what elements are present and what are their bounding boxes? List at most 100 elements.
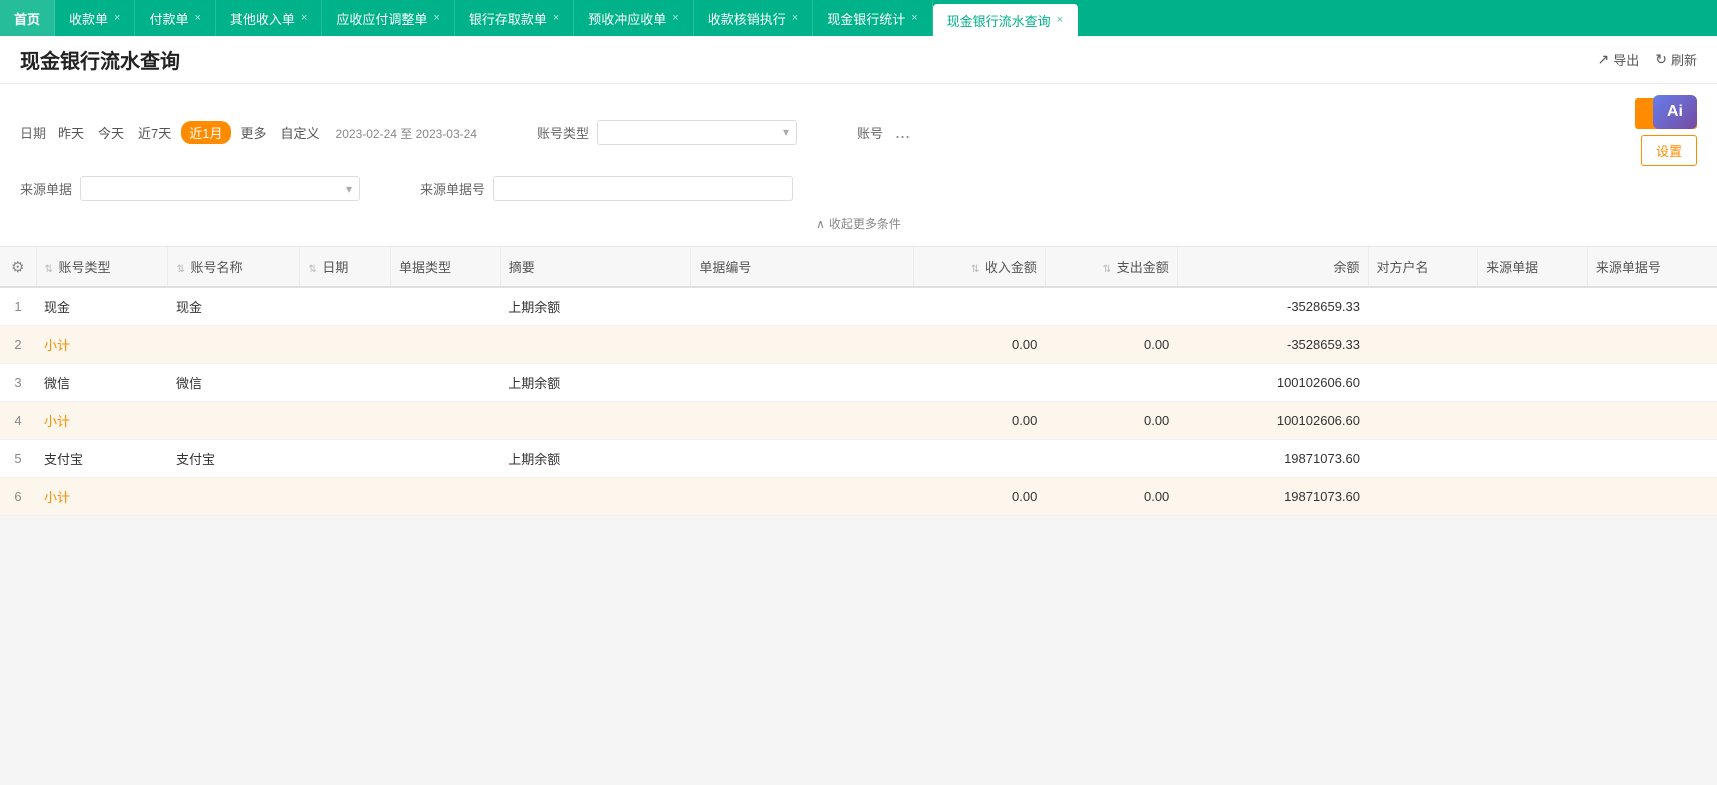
td-index: 2: [0, 326, 36, 364]
nav-advance-offset-close[interactable]: ×: [672, 12, 678, 24]
th-expense[interactable]: ⇅ 支出金额: [1045, 247, 1177, 287]
td-balance: -3528659.33: [1177, 287, 1368, 326]
date-today[interactable]: 今天: [94, 121, 128, 144]
source-doc-filter-group: 来源单据: [20, 176, 360, 201]
td-account-type: 现金: [36, 287, 168, 326]
col-date-label: 日期: [322, 260, 348, 275]
nav-other-income-label: 其他收入单: [230, 9, 295, 28]
td-source-doc-no: [1587, 364, 1717, 402]
source-doc-select[interactable]: [80, 176, 360, 201]
nav-cash-bank-flow-close[interactable]: ×: [1057, 14, 1063, 26]
nav-collect-execute[interactable]: 收款核销执行 ×: [694, 0, 813, 36]
nav-cash-bank-stat-label: 现金银行统计: [827, 9, 905, 28]
th-source-doc: 来源单据: [1478, 247, 1588, 287]
nav-bank-deposit-close[interactable]: ×: [553, 12, 559, 24]
page-header: 现金银行流水查询 ↗ 导出 ↻ 刷新: [0, 36, 1717, 84]
nav-cash-bank-flow[interactable]: 现金银行流水查询 ×: [933, 4, 1078, 36]
main-table: ⚙ ⇅ 账号类型 ⇅ 账号名称 ⇅ 日期 单据类型 摘要: [0, 247, 1717, 516]
td-account-name: [168, 402, 300, 440]
refresh-button[interactable]: ↻ 刷新: [1655, 50, 1697, 69]
source-doc-no-input[interactable]: [493, 176, 793, 201]
td-doc-type: [391, 326, 501, 364]
td-doc-type: [391, 402, 501, 440]
nav-cash-bank-flow-label: 现金银行流水查询: [947, 11, 1051, 30]
ai-badge[interactable]: Ai: [1653, 95, 1697, 129]
td-balance: 19871073.60: [1177, 440, 1368, 478]
td-source-doc: [1478, 287, 1588, 326]
account-type-label: 账号类型: [537, 123, 589, 142]
td-account-name: 微信: [168, 364, 300, 402]
nav-payment[interactable]: 付款单 ×: [135, 0, 215, 36]
td-source-doc-no: [1587, 326, 1717, 364]
nav-payment-close[interactable]: ×: [194, 12, 200, 24]
td-doc-no: [691, 326, 913, 364]
table-row: 3微信微信上期余额100102606.60: [0, 364, 1717, 402]
date-more[interactable]: 更多: [237, 121, 271, 144]
table-row: 6小计0.000.0019871073.60: [0, 478, 1717, 516]
td-source-doc: [1478, 326, 1588, 364]
th-date[interactable]: ⇅ 日期: [300, 247, 391, 287]
nav-cash-bank-stat-close[interactable]: ×: [911, 12, 917, 24]
nav-other-income[interactable]: 其他收入单 ×: [216, 0, 322, 36]
nav-home[interactable]: 首页: [0, 0, 55, 36]
account-type-select-wrapper: [597, 120, 797, 145]
date-range-display: 2023-02-24 至 2023-03-24: [336, 125, 477, 142]
export-label: 导出: [1613, 50, 1639, 69]
td-summary: [500, 478, 691, 516]
nav-advance-offset-label: 预收冲应收单: [588, 9, 666, 28]
sort-icon-income: ⇅: [971, 264, 979, 275]
account-type-select[interactable]: [597, 120, 797, 145]
sort-icon-date: ⇅: [308, 264, 316, 275]
td-doc-type: [391, 478, 501, 516]
sort-icon-expense: ⇅: [1103, 264, 1111, 275]
th-counterpart: 对方户名: [1368, 247, 1478, 287]
nav-adjustment[interactable]: 应收应付调整单 ×: [322, 0, 454, 36]
nav-adjustment-close[interactable]: ×: [433, 12, 439, 24]
td-account-type: 小计: [36, 478, 168, 516]
td-source-doc-no: [1587, 478, 1717, 516]
date-custom[interactable]: 自定义: [277, 121, 324, 144]
th-gear[interactable]: ⚙: [0, 247, 36, 287]
nav-bank-deposit[interactable]: 银行存取款单 ×: [455, 0, 574, 36]
td-balance: 100102606.60: [1177, 402, 1368, 440]
settings-button[interactable]: 设置: [1641, 135, 1697, 166]
th-account-type[interactable]: ⇅ 账号类型: [36, 247, 168, 287]
collapse-bar[interactable]: ∧ 收起更多条件: [20, 211, 1697, 238]
date-7days[interactable]: 近7天: [134, 121, 175, 144]
td-counterpart: [1368, 402, 1478, 440]
col-source-doc-label: 来源单据: [1486, 260, 1538, 275]
td-date: [300, 440, 391, 478]
td-income: [913, 287, 1045, 326]
td-source-doc: [1478, 440, 1588, 478]
date-1month[interactable]: 近1月: [181, 121, 230, 144]
td-counterpart: [1368, 478, 1478, 516]
td-summary: 上期余额: [500, 440, 691, 478]
collapse-label: 收起更多条件: [829, 215, 901, 232]
date-shortcuts: 昨天 今天 近7天 近1月 更多 自定义: [54, 121, 324, 144]
col-income-label: 收入金额: [985, 260, 1037, 275]
nav-receipt[interactable]: 收款单 ×: [55, 0, 135, 36]
td-expense: [1045, 364, 1177, 402]
nav-advance-offset[interactable]: 预收冲应收单 ×: [574, 0, 693, 36]
table-row: 4小计0.000.00100102606.60: [0, 402, 1717, 440]
td-counterpart: [1368, 287, 1478, 326]
table-body: 1现金现金上期余额-3528659.332小计0.000.00-3528659.…: [0, 287, 1717, 516]
th-account-name[interactable]: ⇅ 账号名称: [168, 247, 300, 287]
nav-collect-execute-close[interactable]: ×: [792, 12, 798, 24]
nav-receipt-close[interactable]: ×: [114, 12, 120, 24]
source-doc-label: 来源单据: [20, 179, 72, 198]
th-summary: 摘要: [500, 247, 691, 287]
td-expense: 0.00: [1045, 326, 1177, 364]
td-index: 4: [0, 402, 36, 440]
nav-cash-bank-stat[interactable]: 现金银行统计 ×: [813, 0, 932, 36]
export-button[interactable]: ↗ 导出: [1598, 50, 1640, 69]
col-account-type-label: 账号类型: [59, 260, 111, 275]
page-title: 现金银行流水查询: [20, 45, 180, 74]
date-yesterday[interactable]: 昨天: [54, 121, 88, 144]
nav-adjustment-label: 应收应付调整单: [336, 9, 427, 28]
col-expense-label: 支出金额: [1117, 260, 1169, 275]
refresh-icon: ↻: [1655, 51, 1667, 68]
account-dots[interactable]: ...: [891, 122, 914, 143]
nav-other-income-close[interactable]: ×: [301, 12, 307, 24]
th-income[interactable]: ⇅ 收入金额: [913, 247, 1045, 287]
